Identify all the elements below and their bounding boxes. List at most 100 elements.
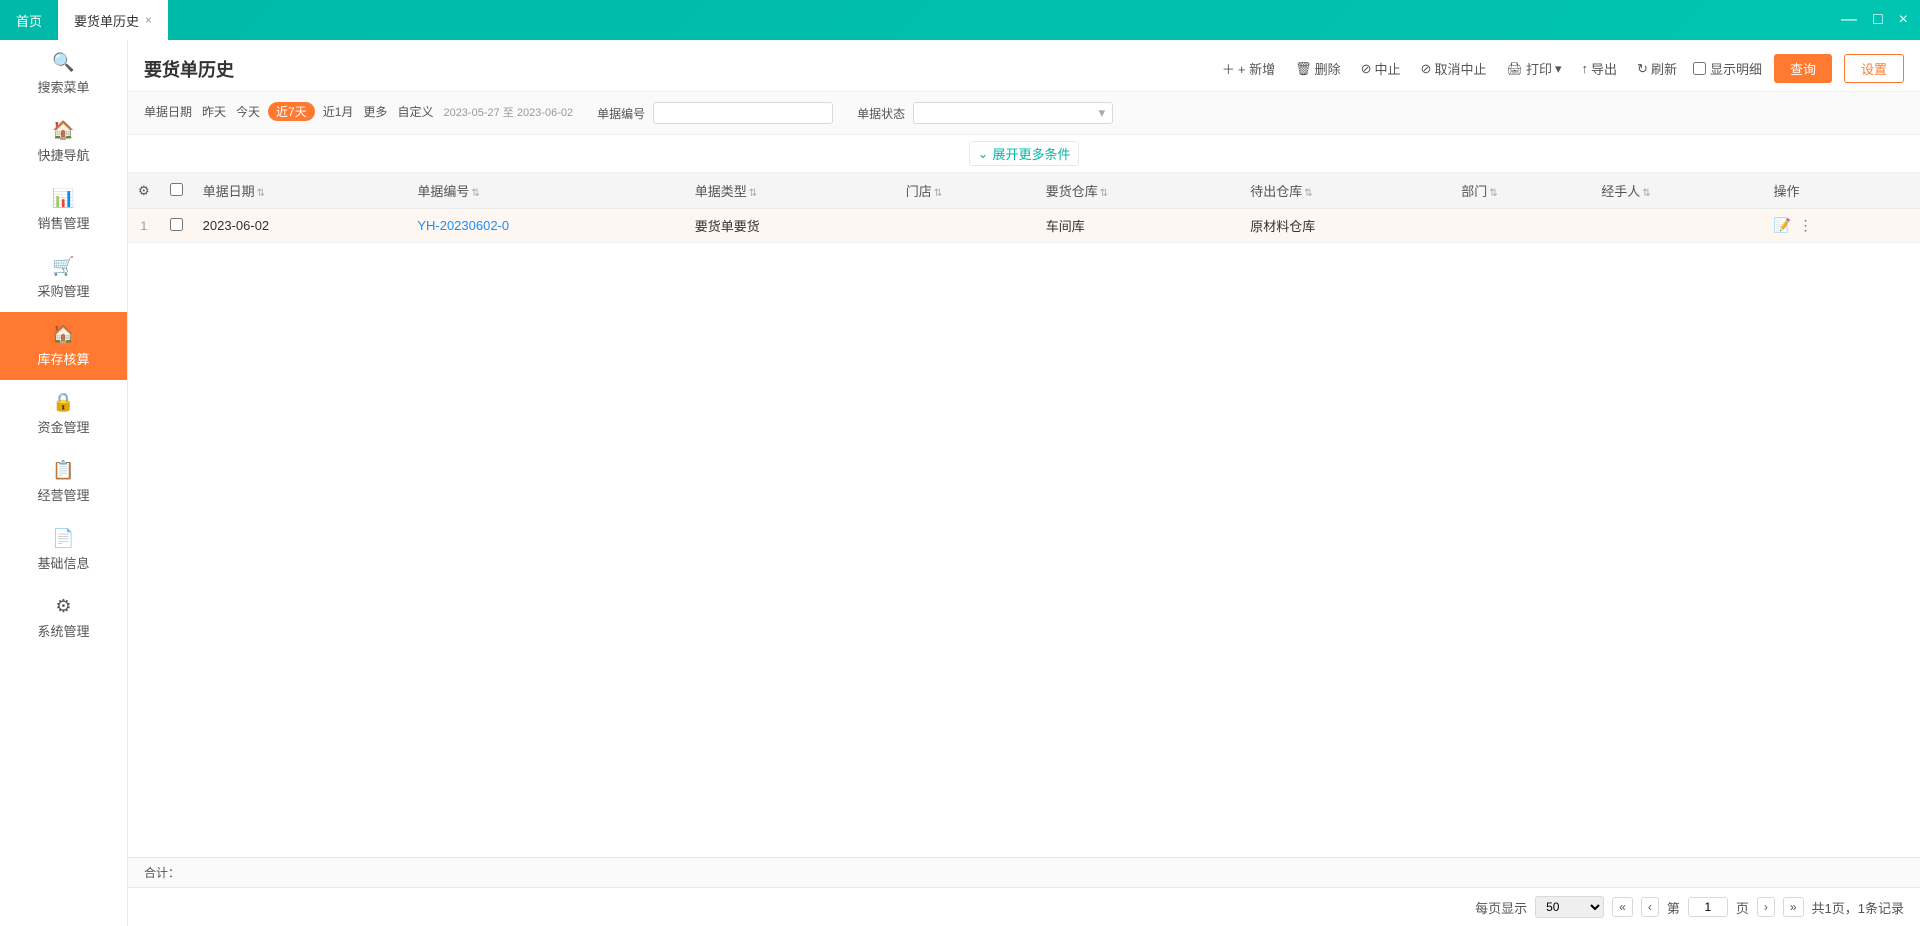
date-btn-yesterday[interactable]: 昨天	[200, 102, 228, 121]
filter-expand-row: ⌄ 展开更多条件	[128, 135, 1920, 173]
show-detail-label: 显示明细	[1710, 59, 1762, 78]
filter-bar: 单据日期 昨天 今天 近7天 近1月 更多 自定义 2023-05-27 至 2…	[128, 92, 1920, 135]
date-shortcuts: 昨天 今天 近7天 近1月 更多 自定义	[200, 102, 435, 121]
bill-no-input[interactable]	[653, 102, 833, 124]
th-operation: 操作	[1763, 173, 1920, 209]
operation-icon: 📋	[52, 460, 74, 481]
stop-icon: ⊘	[1361, 61, 1372, 77]
quick-nav-icon: 🏠	[52, 120, 74, 141]
date-btn-1month[interactable]: 近1月	[321, 102, 356, 121]
table-header-row: ⚙ 单据日期⇅ 单据编号⇅ 单据类型⇅ 门店⇅ 要货仓库⇅ 待出仓库⇅ 部门⇅ …	[128, 173, 1920, 209]
filter-bill-date: 单据日期 昨天 今天 近7天 近1月 更多 自定义 2023-05-27 至 2…	[144, 102, 573, 121]
tab-close-icon[interactable]: ×	[145, 13, 152, 27]
sidebar-item-basic-info[interactable]: 📄 基础信息	[0, 516, 127, 584]
stop-label: 中止	[1375, 59, 1401, 78]
filter-bill-status: 单据状态 ▾	[857, 102, 1113, 124]
row-req-warehouse: 车间库	[1036, 209, 1241, 243]
show-detail-checkbox[interactable]: 显示明细	[1693, 59, 1762, 78]
th-req-warehouse[interactable]: 要货仓库⇅	[1036, 173, 1241, 209]
row-bill-no: YH-20230602-0	[407, 209, 684, 243]
top-bar-right: — □ ×	[1841, 11, 1920, 29]
sidebar-item-quick-nav[interactable]: 🏠 快捷导航	[0, 108, 127, 176]
th-bill-date[interactable]: 单据日期⇅	[193, 173, 408, 209]
expand-more-label: 展开更多条件	[992, 144, 1070, 163]
expand-more-button[interactable]: ⌄ 展开更多条件	[969, 141, 1080, 166]
tab-active-label: 要货单历史	[74, 11, 139, 30]
tab-active[interactable]: 要货单历史 ×	[58, 0, 168, 40]
sidebar-item-label-system: 系统管理	[37, 621, 89, 640]
sidebar-item-inventory[interactable]: 🏠 库存核算	[0, 312, 127, 380]
sidebar-item-finance[interactable]: 🔒 资金管理	[0, 380, 127, 448]
page-header: 要货单历史 ＋ + 新增 🗑 删除 ⊘ 中止 ⊘ 取消中止	[128, 40, 1920, 92]
row-handler	[1591, 209, 1763, 243]
sidebar-item-label-basic-info: 基础信息	[37, 553, 89, 572]
row-checkbox-cell[interactable]	[160, 209, 193, 243]
setting-button[interactable]: 设置	[1844, 54, 1904, 83]
sidebar: 🔍 搜索菜单 🏠 快捷导航 📊 销售管理 🛒 采购管理 🏠 库存核算 🔒 资金管…	[0, 40, 128, 926]
th-pending-warehouse[interactable]: 待出仓库⇅	[1240, 173, 1451, 209]
date-btn-more[interactable]: 更多	[361, 102, 389, 121]
date-btn-today[interactable]: 今天	[234, 102, 262, 121]
row-pending-warehouse: 原材料仓库	[1240, 209, 1451, 243]
main-layout: 🔍 搜索菜单 🏠 快捷导航 📊 销售管理 🛒 采购管理 🏠 库存核算 🔒 资金管…	[0, 40, 1920, 926]
date-btn-custom[interactable]: 自定义	[395, 102, 435, 121]
delete-button[interactable]: 🗑 删除	[1291, 57, 1345, 80]
row-bill-type: 要货单要货	[685, 209, 896, 243]
bill-status-input[interactable]	[913, 102, 1113, 124]
row-checkbox[interactable]	[170, 218, 183, 231]
bill-no-link[interactable]: YH-20230602-0	[417, 218, 509, 233]
last-page-button[interactable]: »	[1783, 897, 1804, 917]
export-button[interactable]: ↑ 导出	[1578, 57, 1622, 80]
cancel-stop-label: 取消中止	[1434, 59, 1486, 78]
th-bill-no[interactable]: 单据编号⇅	[407, 173, 684, 209]
per-page-select[interactable]: 20 50 100 200	[1535, 896, 1604, 918]
print-button[interactable]: 🖨 打印 ▾	[1502, 57, 1565, 80]
delete-icon: 🗑	[1295, 61, 1312, 77]
row-operation: 📝 ⋮	[1763, 209, 1920, 243]
th-settings[interactable]: ⚙	[128, 173, 160, 209]
tab-home[interactable]: 首页	[0, 0, 58, 40]
th-checkbox[interactable]	[160, 173, 193, 209]
finance-icon: 🔒	[52, 392, 74, 413]
row-more-icon[interactable]: ⋮	[1799, 217, 1813, 233]
export-label: 导出	[1591, 59, 1617, 78]
sidebar-item-label-quick-nav: 快捷导航	[37, 145, 89, 164]
th-department[interactable]: 部门⇅	[1451, 173, 1591, 209]
stop-button[interactable]: ⊘ 中止	[1357, 57, 1405, 80]
minimize-icon[interactable]: —	[1841, 11, 1857, 29]
expand-more-icon: ⌄	[978, 146, 989, 162]
row-edit-icon[interactable]: 📝	[1773, 217, 1790, 233]
sidebar-item-sales[interactable]: 📊 销售管理	[0, 176, 127, 244]
window-close-icon[interactable]: ×	[1899, 11, 1908, 29]
bill-status-label: 单据状态	[857, 105, 905, 122]
show-detail-input[interactable]	[1693, 62, 1706, 75]
delete-label: 删除	[1315, 59, 1341, 78]
maximize-icon[interactable]: □	[1873, 11, 1883, 29]
th-handler[interactable]: 经手人⇅	[1591, 173, 1763, 209]
refresh-label: 刷新	[1651, 59, 1677, 78]
per-page-label: 每页显示	[1475, 898, 1527, 917]
new-icon: ＋	[1222, 59, 1235, 78]
first-page-button[interactable]: «	[1612, 897, 1633, 917]
select-all-checkbox[interactable]	[170, 183, 183, 196]
th-bill-type[interactable]: 单据类型⇅	[685, 173, 896, 209]
refresh-button[interactable]: ↻ 刷新	[1633, 57, 1681, 80]
next-page-button[interactable]: ›	[1757, 897, 1775, 917]
purchase-icon: 🛒	[52, 256, 74, 277]
print-dropdown-icon: ▾	[1555, 61, 1562, 77]
sidebar-item-search-menu[interactable]: 🔍 搜索菜单	[0, 40, 127, 108]
new-button[interactable]: ＋ + 新增	[1218, 57, 1279, 80]
sidebar-item-label-finance: 资金管理	[37, 417, 89, 436]
query-button[interactable]: 查询	[1774, 54, 1832, 83]
page-number-input[interactable]	[1688, 897, 1728, 917]
toolbar: ＋ + 新增 🗑 删除 ⊘ 中止 ⊘ 取消中止 🖨 打印	[1218, 54, 1904, 83]
sidebar-item-operation[interactable]: 📋 经营管理	[0, 448, 127, 516]
sidebar-item-purchase[interactable]: 🛒 采购管理	[0, 244, 127, 312]
th-store[interactable]: 门店⇅	[896, 173, 1036, 209]
date-btn-7days[interactable]: 近7天	[268, 102, 315, 121]
refresh-icon: ↻	[1637, 61, 1648, 77]
bill-date-label: 单据日期	[144, 103, 192, 120]
prev-page-button[interactable]: ‹	[1641, 897, 1659, 917]
sidebar-item-system[interactable]: ⚙ 系统管理	[0, 584, 127, 652]
cancel-stop-button[interactable]: ⊘ 取消中止	[1417, 57, 1491, 80]
